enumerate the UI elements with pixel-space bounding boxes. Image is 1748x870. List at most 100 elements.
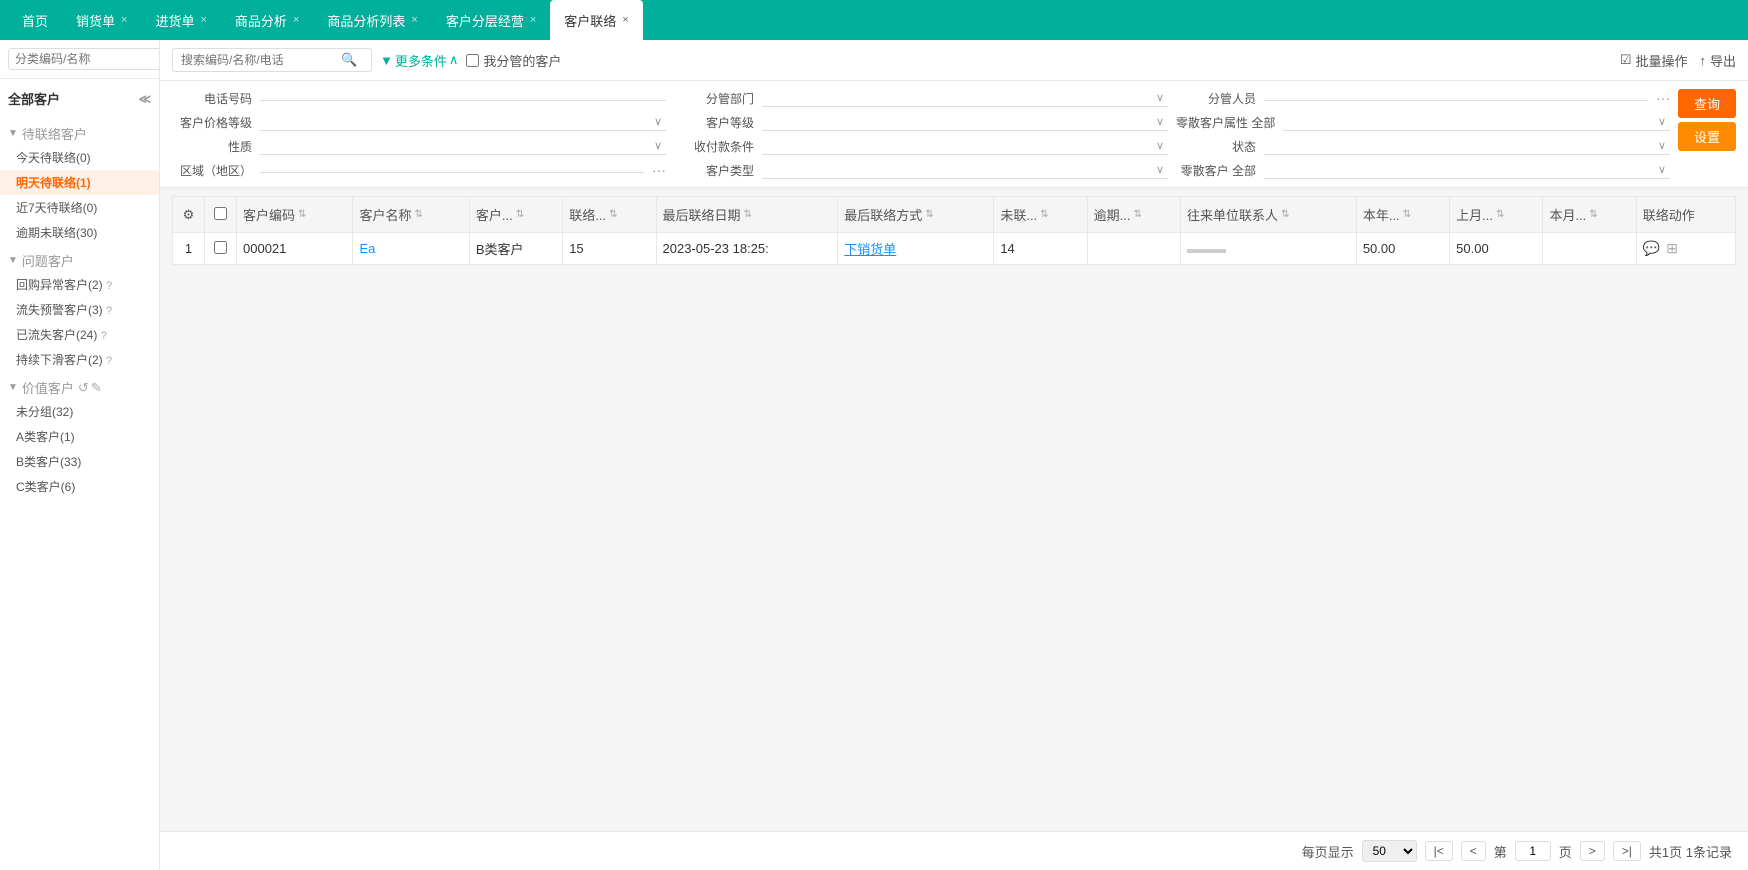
nav-close-customer-tier[interactable]: × <box>530 14 536 26</box>
filter-panel: 电话号码 分管部门 ∨ 分管人员 <box>160 81 1748 188</box>
select-nature[interactable]: ∨ <box>260 137 666 155</box>
my-customers-checkbox[interactable] <box>466 54 479 67</box>
dots-person[interactable]: ··· <box>1656 90 1670 106</box>
filter-icon: ▼ <box>380 53 393 68</box>
nav-close-product-analysis-list[interactable]: × <box>411 14 417 26</box>
filter-col-payment: 收付款条件 ∨ <box>674 137 1168 155</box>
chevron-up-icon: ∧ <box>449 52 459 68</box>
query-button[interactable]: 查询 <box>1678 89 1736 118</box>
sort-icon-contact[interactable]: ⇅ <box>609 209 617 220</box>
nav-close-sales-order[interactable]: × <box>121 14 127 26</box>
filter-col-customer-type: 客户类型 ∨ <box>674 161 1168 179</box>
sidebar-item-overdue[interactable]: 逾期未联络(30) <box>0 220 159 245</box>
th-customer-code: 客户编码⇅ <box>237 197 353 233</box>
sidebar-item-7days[interactable]: 近7天待联络(0) <box>0 195 159 220</box>
input-person[interactable] <box>1264 96 1648 101</box>
sort-icon-this-month[interactable]: ⇅ <box>1589 209 1597 220</box>
nav-product-analysis[interactable]: 商品分析 × <box>221 0 313 40</box>
search-input[interactable] <box>181 53 341 67</box>
sidebar-item-class-a[interactable]: A类客户(1) <box>0 424 159 449</box>
sort-icon-type[interactable]: ⇅ <box>516 209 524 220</box>
refresh-value-icon[interactable]: ↺ <box>78 380 89 396</box>
nav-customer-contact[interactable]: 客户联络 × <box>550 0 642 40</box>
select-payment[interactable]: ∨ <box>762 137 1168 155</box>
sort-icon-unit[interactable]: ⇅ <box>1281 209 1289 220</box>
chevron-down-scatter2: ∨ <box>1658 163 1666 176</box>
chat-action-icon[interactable]: 💬 <box>1643 240 1660 257</box>
per-page-select[interactable]: 50 100 200 <box>1362 840 1417 862</box>
select-customer-type[interactable]: ∨ <box>762 161 1168 179</box>
label-price-level: 客户价格等级 <box>172 114 252 131</box>
grid-action-icon[interactable]: ⊞ <box>1666 240 1678 257</box>
sort-icon-code[interactable]: ⇅ <box>298 209 306 220</box>
th-settings[interactable]: ⚙ <box>173 197 205 233</box>
nav-product-analysis-list[interactable]: 商品分析列表 × <box>313 0 431 40</box>
input-region[interactable] <box>260 168 644 173</box>
next-page-btn[interactable]: > <box>1580 841 1605 861</box>
customer-table: ⚙ 客户编码⇅ 客户名称⇅ 客户...⇅ 联络...⇅ 最后联络日期⇅ 最后联络… <box>172 196 1736 265</box>
td-this-month <box>1543 233 1636 265</box>
select-status[interactable]: ∨ <box>1264 137 1670 155</box>
td-unit-contact: ▬▬▬ <box>1180 233 1356 265</box>
select-price-level[interactable]: ∨ <box>260 113 666 131</box>
prev-page-btn[interactable]: < <box>1461 841 1486 861</box>
sort-icon-last-month[interactable]: ⇅ <box>1496 209 1504 220</box>
label-phone: 电话号码 <box>172 90 252 107</box>
select-scatter-customer[interactable]: ∨ <box>1264 161 1670 179</box>
sidebar-item-tomorrow[interactable]: 明天待联络(1) <box>0 170 159 195</box>
dots-region[interactable]: ··· <box>652 162 666 178</box>
th-checkbox[interactable] <box>205 197 237 233</box>
sidebar-search-input[interactable] <box>8 48 160 70</box>
th-customer-type: 客户...⇅ <box>469 197 562 233</box>
label-scatter-attr: 零散客户属性 全部 <box>1176 114 1275 131</box>
edit-value-icon[interactable]: ✎ <box>91 380 102 396</box>
method-link[interactable]: 下销货单 <box>844 242 896 257</box>
nav-home[interactable]: 首页 <box>8 0 62 40</box>
sidebar-all-customers[interactable]: 全部客户 ≪ <box>8 85 151 112</box>
select-dept[interactable]: ∨ <box>762 89 1168 107</box>
select-scatter-attr[interactable]: ∨ <box>1283 113 1670 131</box>
sidebar-item-ungrouped[interactable]: 未分组(32) <box>0 399 159 424</box>
last-page-btn[interactable]: >| <box>1613 841 1641 861</box>
export-btn[interactable]: ↑ 导出 <box>1699 51 1736 70</box>
my-customers-checkbox-label[interactable]: 我分管的客户 <box>466 51 561 70</box>
select-customer-level[interactable]: ∨ <box>762 113 1168 131</box>
search-icon[interactable]: 🔍 <box>341 52 357 68</box>
page-input[interactable] <box>1515 841 1551 861</box>
sidebar-item-abnormal-repurchase[interactable]: 回购异常客户(2) ? <box>0 272 159 297</box>
sidebar-item-lost-warning[interactable]: 流失预警客户(3) ? <box>0 297 159 322</box>
input-phone[interactable] <box>260 96 666 101</box>
sort-icon-uncontacted[interactable]: ⇅ <box>1040 209 1048 220</box>
sidebar-item-declining[interactable]: 持续下滑客户(2) ? <box>0 347 159 372</box>
sort-icon-method[interactable]: ⇅ <box>925 209 933 220</box>
filter-row-3: 性质 ∨ 收付款条件 ∨ <box>172 137 1670 155</box>
nav-sales-order[interactable]: 销货单 × <box>62 0 141 40</box>
batch-operate-btn[interactable]: ☑ 批量操作 <box>1620 51 1688 70</box>
sidebar-item-class-c[interactable]: C类客户(6) <box>0 474 159 499</box>
row-checkbox[interactable] <box>214 241 227 254</box>
nav-purchase-order[interactable]: 进货单 × <box>141 0 220 40</box>
chevron-down-type: ∨ <box>1156 163 1164 176</box>
filter-btn[interactable]: ▼ 更多条件 ∧ <box>380 51 458 70</box>
sidebar-item-class-b[interactable]: B类客户(33) <box>0 449 159 474</box>
td-checkbox[interactable] <box>205 233 237 265</box>
sort-icon-year[interactable]: ⇅ <box>1403 209 1411 220</box>
sort-icon-overdue[interactable]: ⇅ <box>1133 209 1141 220</box>
sidebar-item-lost[interactable]: 已流失客户(24) ? <box>0 322 159 347</box>
settings-button[interactable]: 设置 <box>1678 122 1736 151</box>
chevron-down-nature: ∨ <box>654 139 662 152</box>
export-icon: ↑ <box>1699 53 1706 68</box>
chevron-down-level: ∨ <box>1156 115 1164 128</box>
sort-icon-date[interactable]: ⇅ <box>744 209 752 220</box>
th-actions: 联络动作 <box>1636 197 1735 233</box>
nav-close-product-analysis[interactable]: × <box>293 14 299 26</box>
filter-col-scatter-attr: 零散客户属性 全部 ∨ <box>1176 113 1670 131</box>
select-all-checkbox[interactable] <box>214 207 227 220</box>
sort-icon-name[interactable]: ⇅ <box>414 209 422 220</box>
chevron-down-dept: ∨ <box>1156 91 1164 104</box>
nav-close-purchase-order[interactable]: × <box>200 14 206 26</box>
sidebar-item-today[interactable]: 今天待联络(0) <box>0 145 159 170</box>
nav-customer-tier[interactable]: 客户分层经营 × <box>432 0 550 40</box>
first-page-btn[interactable]: |< <box>1425 841 1453 861</box>
nav-close-customer-contact[interactable]: × <box>622 14 628 26</box>
